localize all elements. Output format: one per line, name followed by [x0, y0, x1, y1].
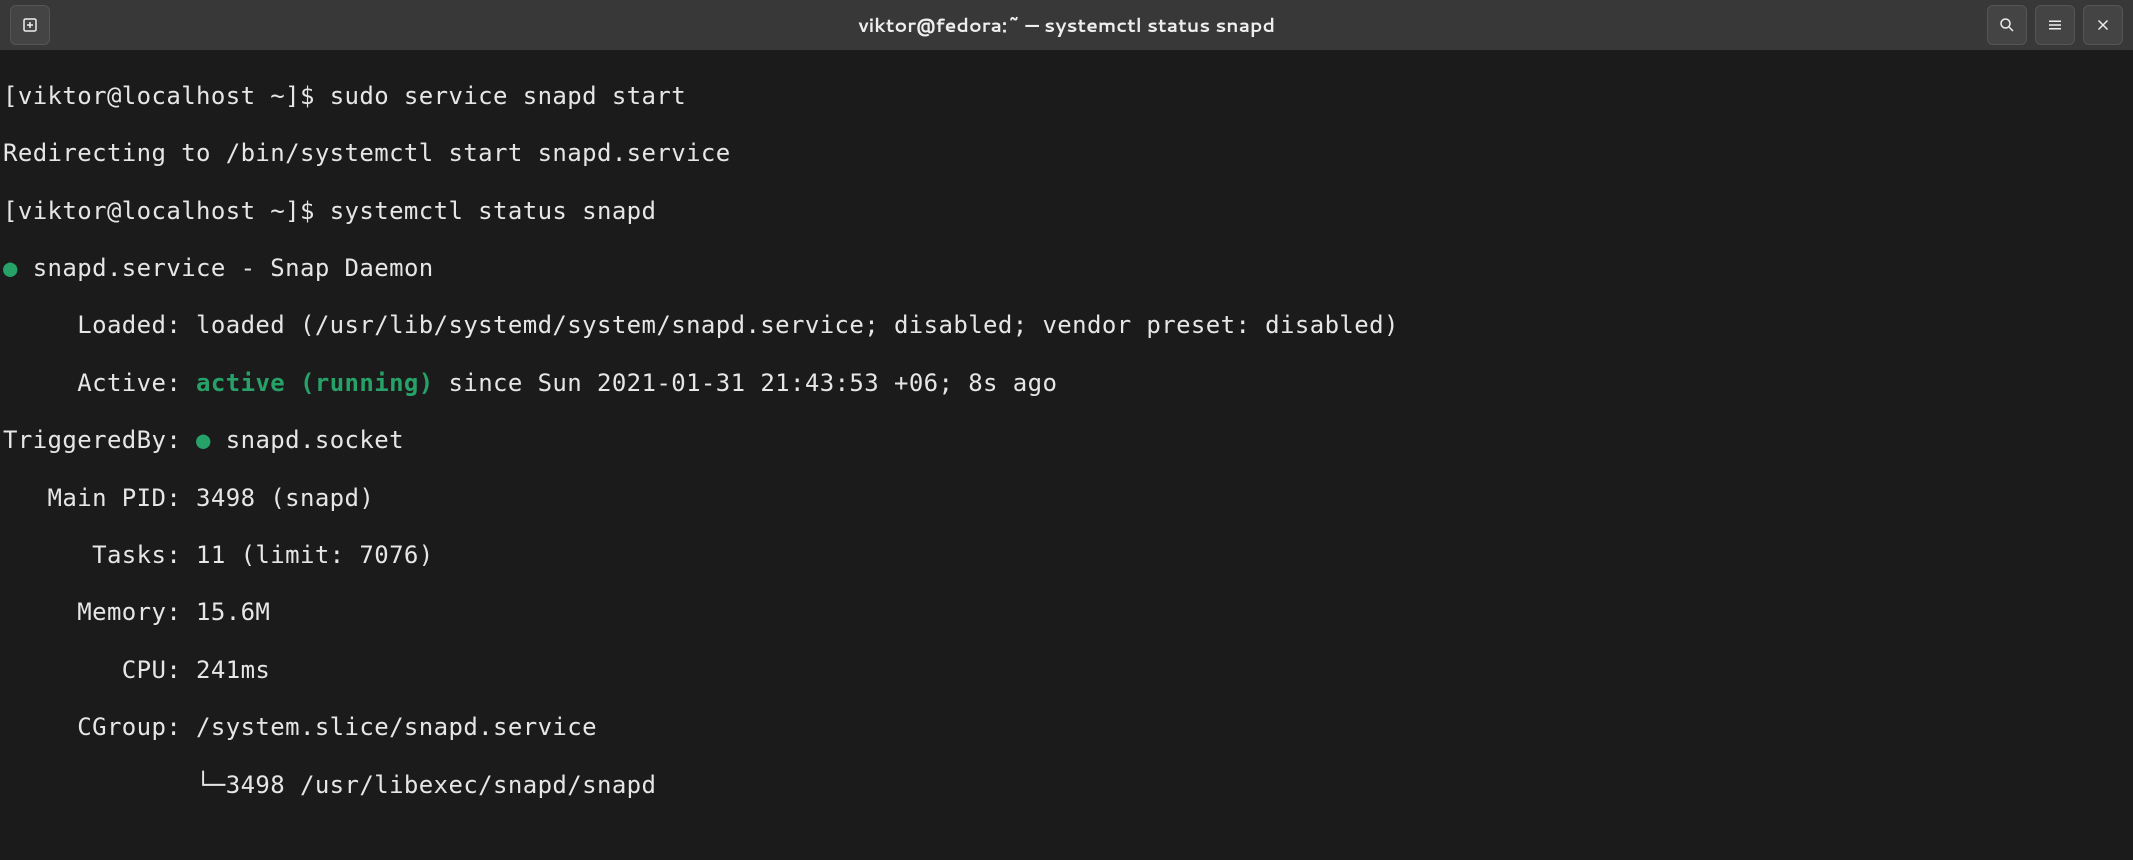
terminal-line: Memory: 15.6M — [3, 598, 2130, 627]
titlebar: viktor@fedora:~ — systemctl status snapd — [0, 0, 2133, 50]
new-tab-icon — [21, 16, 39, 34]
terminal-line: CGroup: /system.slice/snapd.service — [3, 713, 2130, 742]
terminal-line: Tasks: 11 (limit: 7076) — [3, 541, 2130, 570]
prompt: [viktor@localhost ~]$ — [3, 82, 330, 110]
triggered-value: snapd.socket — [211, 426, 404, 454]
new-tab-button[interactable] — [10, 5, 50, 45]
terminal-line: [viktor@localhost ~]$ sudo service snapd… — [3, 82, 2130, 111]
hamburger-icon — [2046, 16, 2064, 34]
status-dot-icon: ● — [196, 426, 211, 454]
status-dot-icon: ● — [3, 254, 18, 282]
command-text: sudo service snapd start — [330, 82, 686, 110]
terminal-line: TriggeredBy: ● snapd.socket — [3, 426, 2130, 455]
terminal-line: CPU: 241ms — [3, 656, 2130, 685]
prompt: [viktor@localhost ~]$ — [3, 197, 330, 225]
close-icon — [2094, 16, 2112, 34]
active-label: Active: — [3, 369, 196, 397]
search-button[interactable] — [1987, 5, 2027, 45]
terminal-line: └─3498 /usr/libexec/snapd/snapd — [3, 771, 2130, 800]
terminal-line: [viktor@localhost ~]$ systemctl status s… — [3, 197, 2130, 226]
active-detail: since Sun 2021-01-31 21:43:53 +06; 8s ag… — [434, 369, 1058, 397]
terminal-line: Redirecting to /bin/systemctl start snap… — [3, 139, 2130, 168]
terminal-line: Main PID: 3498 (snapd) — [3, 484, 2130, 513]
triggered-label: TriggeredBy: — [3, 426, 196, 454]
window-title: viktor@fedora:~ — systemctl status snapd — [0, 12, 2133, 39]
menu-button[interactable] — [2035, 5, 2075, 45]
active-status: active (running) — [196, 369, 434, 397]
terminal-line: Loaded: loaded (/usr/lib/systemd/system/… — [3, 311, 2130, 340]
command-text: systemctl status snapd — [330, 197, 657, 225]
terminal-output[interactable]: [viktor@localhost ~]$ sudo service snapd… — [0, 50, 2133, 860]
service-header: snapd.service - Snap Daemon — [18, 254, 434, 282]
terminal-line: ● snapd.service - Snap Daemon — [3, 254, 2130, 283]
terminal-line: Active: active (running) since Sun 2021-… — [3, 369, 2130, 398]
search-icon — [1998, 16, 2016, 34]
close-button[interactable] — [2083, 5, 2123, 45]
